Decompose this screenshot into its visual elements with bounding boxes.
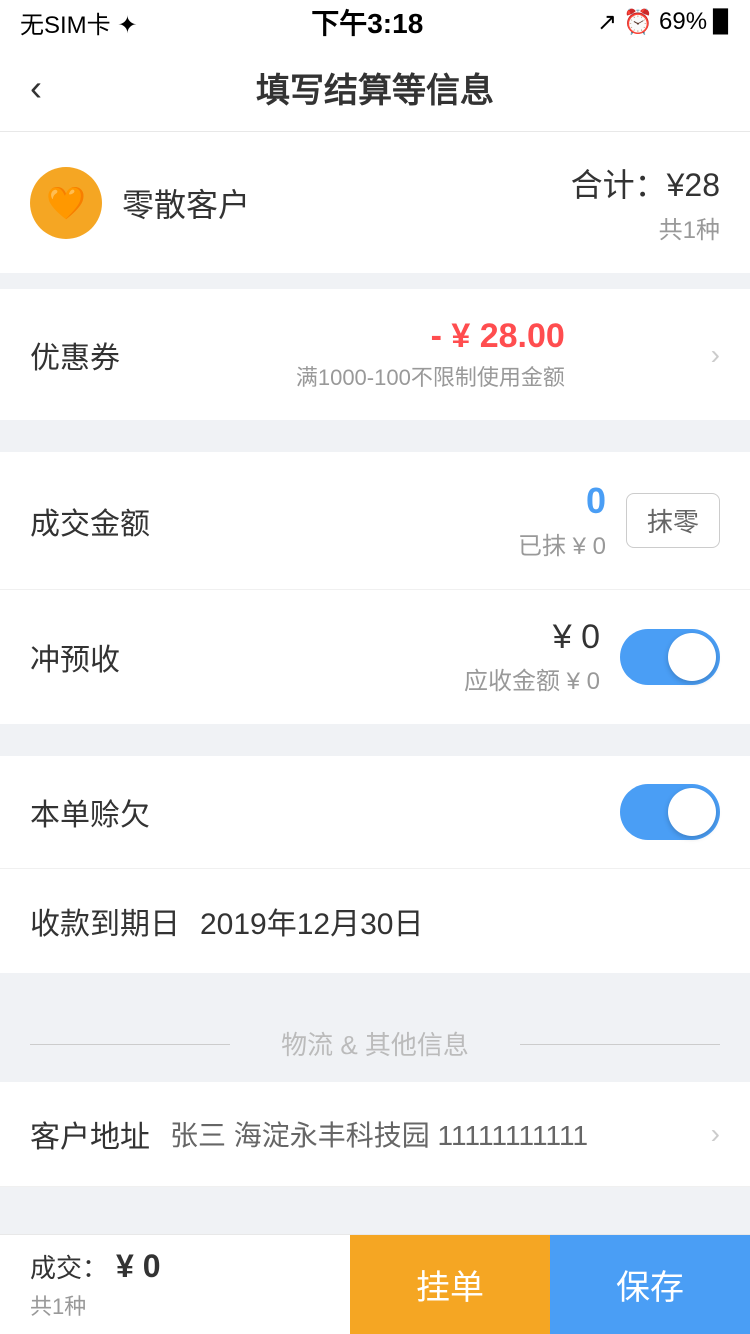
avatar-icon: 🧡 <box>46 184 86 222</box>
total-amount: 合计：¥28 <box>571 160 720 206</box>
hang-order-button[interactable]: 挂单 <box>350 1235 550 1334</box>
customer-total: 合计：¥28 共1种 <box>571 160 720 245</box>
coupon-value-area: - ¥ 28.00 满1000-100不限制使用金额 <box>296 317 565 392</box>
location-icon: ↗ <box>597 8 617 37</box>
debt-toggle-knob <box>668 788 716 836</box>
transaction-section: 成交金额 0 已抹 ¥ 0 抹零 冲预收 ¥ 0 应收金额 ¥ 0 <box>0 452 750 724</box>
debt-label: 本单赊欠 <box>30 790 150 834</box>
pre-collect-row: 冲预收 ¥ 0 应收金额 ¥ 0 <box>0 590 750 724</box>
customer-info: 🧡 零散客户 <box>30 167 250 239</box>
customer-row: 🧡 零散客户 合计：¥28 共1种 <box>0 132 750 273</box>
coupon-label: 优惠券 <box>30 333 150 377</box>
due-date-label: 收款到期日 <box>30 899 180 943</box>
pre-collect-label: 冲预收 <box>30 635 150 679</box>
pre-collect-receivable: 应收金额 ¥ 0 <box>464 661 600 696</box>
sim-status: 无SIM卡 ✦ <box>20 5 137 40</box>
round-zero-button[interactable]: 抹零 <box>626 493 720 548</box>
bottom-summary: 成交： ¥ 0 共1种 <box>0 1248 350 1321</box>
logistics-section-header: 物流 & 其他信息 <box>0 1005 750 1082</box>
debt-row: 本单赊欠 <box>0 756 750 869</box>
battery-icon: ▉ <box>713 9 730 35</box>
avatar: 🧡 <box>30 167 102 239</box>
coupon-row[interactable]: 优惠券 - ¥ 28.00 满1000-100不限制使用金额 › <box>0 289 750 420</box>
pre-collect-right: ¥ 0 应收金额 ¥ 0 <box>464 618 720 696</box>
toggle-knob <box>668 633 716 681</box>
address-chevron-icon: › <box>711 1118 720 1150</box>
section-divider-3 <box>0 989 750 1005</box>
pre-collect-values: ¥ 0 应收金额 ¥ 0 <box>464 618 600 696</box>
already-rounded: 已抹 ¥ 0 <box>518 526 606 561</box>
main-content: 🧡 零散客户 合计：¥28 共1种 优惠券 - ¥ 28.00 满1000-10… <box>0 132 750 1307</box>
alarm-icon: ⏰ <box>623 8 653 37</box>
due-date-row[interactable]: 收款到期日 2019年12月30日 <box>0 869 750 973</box>
coupon-discount: - ¥ 28.00 <box>296 317 565 356</box>
total-count: 共1种 <box>571 210 720 245</box>
nav-bar: ‹ 填写结算等信息 <box>0 44 750 132</box>
deal-amount-right: 0 已抹 ¥ 0 抹零 <box>518 480 720 561</box>
coupon-description: 满1000-100不限制使用金额 <box>296 360 565 392</box>
address-label: 客户地址 <box>30 1112 150 1156</box>
coupon-section: 优惠券 - ¥ 28.00 满1000-100不限制使用金额 › <box>0 289 750 420</box>
status-left: 无SIM卡 ✦ <box>20 5 137 40</box>
bottom-bar: 成交： ¥ 0 共1种 挂单 保存 <box>0 1234 750 1334</box>
logistics-label: 物流 & 其他信息 <box>281 1030 469 1060</box>
status-time: 下午3:18 <box>311 2 423 42</box>
back-button[interactable]: ‹ <box>30 67 42 109</box>
section-divider-2 <box>0 740 750 756</box>
deal-amount-value: 0 <box>586 480 606 522</box>
bottom-count: 共1种 <box>30 1289 320 1321</box>
section-divider-1 <box>0 436 750 452</box>
pre-collect-toggle[interactable] <box>620 629 720 685</box>
status-bar: 无SIM卡 ✦ 下午3:18 ↗ ⏰ 69% ▉ <box>0 0 750 44</box>
battery-indicator: 69% <box>659 8 707 36</box>
deal-values: 0 已抹 ¥ 0 <box>518 480 606 561</box>
save-button[interactable]: 保存 <box>550 1235 750 1334</box>
bottom-deal-label: 成交： <box>30 1248 108 1285</box>
address-row[interactable]: 客户地址 张三 海淀永丰科技园 11111111111 › <box>0 1082 750 1187</box>
customer-name: 零散客户 <box>122 180 250 226</box>
page-title: 填写结算等信息 <box>256 63 494 112</box>
pre-collect-amount: ¥ 0 <box>553 618 600 657</box>
bottom-deal-amount: ¥ 0 <box>116 1248 160 1285</box>
due-date-value: 2019年12月30日 <box>200 899 423 943</box>
debt-toggle[interactable] <box>620 784 720 840</box>
status-right: ↗ ⏰ 69% ▉ <box>597 8 730 37</box>
deal-amount-label: 成交金额 <box>30 499 150 543</box>
address-value: 张三 海淀永丰科技园 11111111111 <box>170 1114 691 1154</box>
deal-amount-row: 成交金额 0 已抹 ¥ 0 抹零 <box>0 452 750 590</box>
chevron-right-icon: › <box>711 339 720 371</box>
debt-section: 本单赊欠 收款到期日 2019年12月30日 <box>0 756 750 973</box>
